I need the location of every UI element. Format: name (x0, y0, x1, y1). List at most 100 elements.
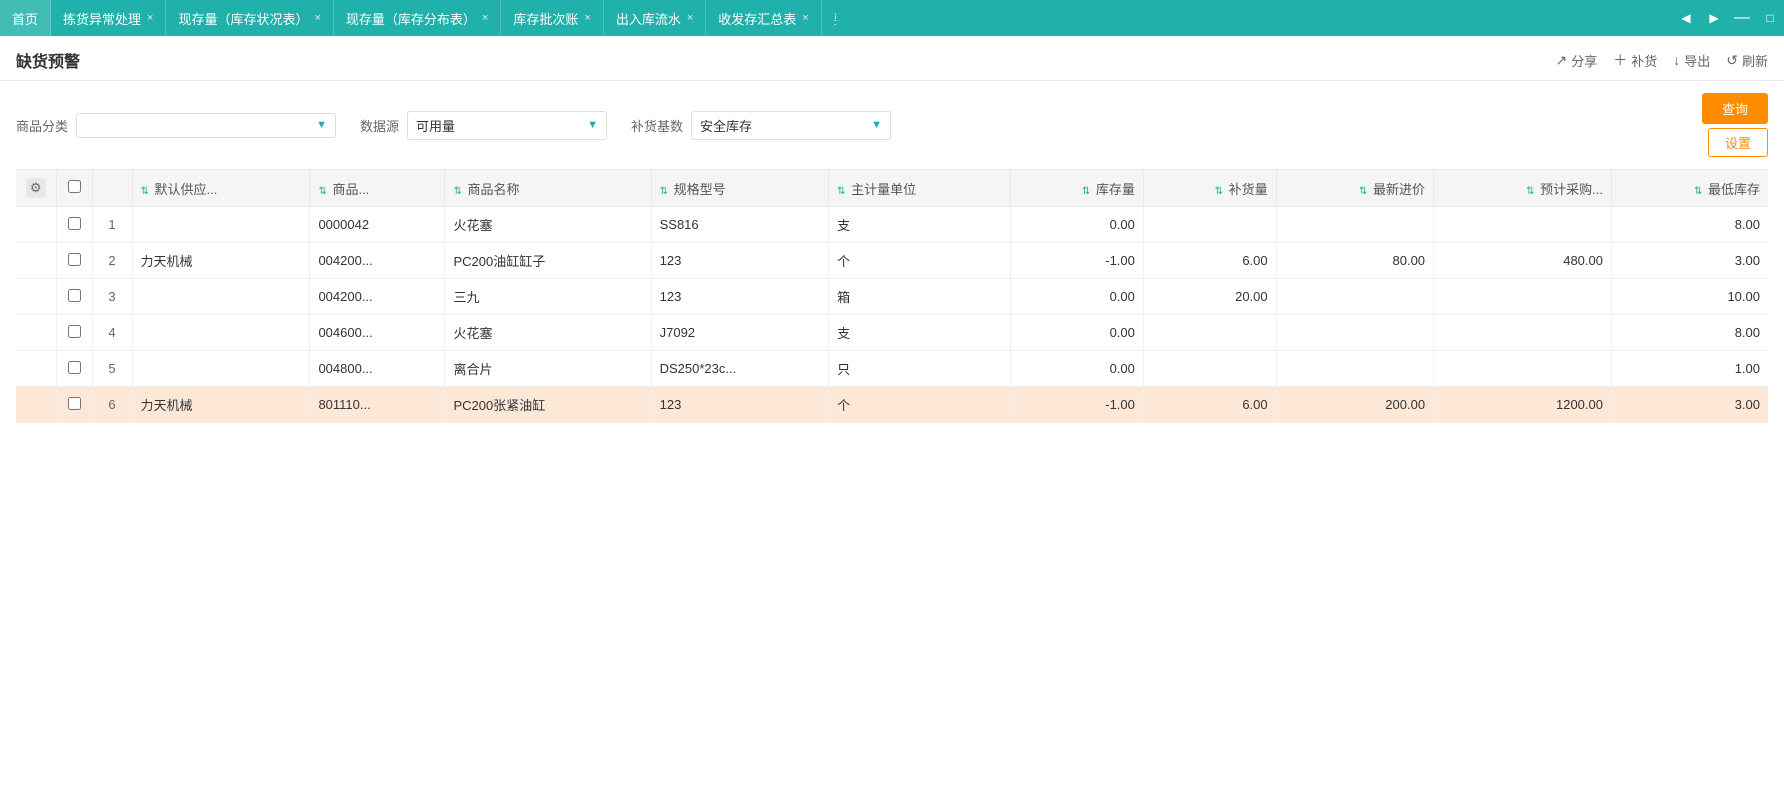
tab-item-collect[interactable]: 收发存汇总表× (706, 0, 821, 36)
tab-minimize-btn[interactable]: — (1728, 0, 1756, 36)
tab-close-abnormal[interactable]: × (147, 12, 153, 24)
row-goods-code-2: 004200... (310, 279, 445, 315)
row-spec-1: 123 (651, 243, 828, 279)
tab-maximize-btn[interactable]: □ (1756, 0, 1784, 36)
row-unit-0: 支 (829, 207, 1011, 243)
row-goods-code-0: 0000042 (310, 207, 445, 243)
row-checkbox-4[interactable] (68, 361, 81, 374)
datasource-chevron-icon: ▼ (587, 119, 598, 131)
row-checkbox-5[interactable] (68, 397, 81, 410)
export-icon: ↓ (1673, 52, 1680, 68)
col-header-settings[interactable]: ⚙ (16, 170, 56, 207)
row-unit-2: 箱 (829, 279, 1011, 315)
tab-close-inventory-status[interactable]: × (314, 12, 320, 24)
tab-item-inventory-status[interactable]: 现存量（库存状况表）× (166, 0, 333, 36)
row-check-cell-4[interactable] (56, 351, 92, 387)
row-latest-price-4 (1276, 351, 1433, 387)
col-header-check[interactable] (56, 170, 92, 207)
row-est-purchase-2 (1434, 279, 1612, 315)
row-supplier-4 (132, 351, 310, 387)
spec-sort-icon: ⇅ (660, 186, 668, 197)
tab-close-inventory-dist[interactable]: × (482, 12, 488, 24)
row-checkbox-2[interactable] (68, 289, 81, 302)
row-check-cell-3[interactable] (56, 315, 92, 351)
col-header-spec[interactable]: ⇅ 规格型号 (651, 170, 828, 207)
category-select[interactable]: ▼ (76, 113, 336, 138)
datasource-select[interactable]: 可用量 ▼ (407, 111, 607, 140)
row-replenish-4 (1143, 351, 1276, 387)
query-button[interactable]: 查询 (1702, 93, 1768, 124)
col-header-est-purchase[interactable]: ⇅ 预计采购... (1434, 170, 1612, 207)
row-goods-code-1: 004200... (310, 243, 445, 279)
row-goods-name-1: PC200油缸缸子 (445, 243, 651, 279)
tab-item-inout[interactable]: 出入库流水× (604, 0, 706, 36)
row-min-stock-4: 1.00 (1611, 351, 1768, 387)
share-button[interactable]: ↗ 分享 (1555, 51, 1597, 70)
row-latest-price-2 (1276, 279, 1433, 315)
row-check-cell-2[interactable] (56, 279, 92, 315)
min-stock-sort-icon: ⇅ (1694, 186, 1702, 197)
filter-actions: 查询 设置 (1702, 93, 1768, 157)
row-checkbox-0[interactable] (68, 217, 81, 230)
replenish-base-select[interactable]: 安全库存 ▼ (691, 111, 891, 140)
col-header-replenish[interactable]: ⇅ 补货量 (1143, 170, 1276, 207)
row-min-stock-0: 8.00 (1611, 207, 1768, 243)
row-check-cell-5[interactable] (56, 387, 92, 423)
table-row: 3 004200... 三九 123 箱 0.00 20.00 10.00 (16, 279, 1768, 315)
row-num-5: 6 (92, 387, 132, 423)
tab-bar: 首页拣货异常处理×现存量（库存状况表）×现存量（库存分布表）×库存批次账×出入库… (0, 0, 1784, 36)
tab-label: 首页 (12, 9, 38, 28)
page-header: 缺货预警 ↗ 分享 ＋ 补货 ↓ 导出 ↺ 刷新 (0, 36, 1784, 81)
replenish-button[interactable]: ＋ 补货 (1613, 50, 1657, 70)
col-header-supplier[interactable]: ⇅ 默认供应... (132, 170, 310, 207)
row-supplier-1: 力天机械 (132, 243, 310, 279)
tab-next-btn[interactable]: ▶ (1700, 0, 1728, 36)
est-purchase-sort-icon: ⇅ (1526, 186, 1534, 197)
row-stock-3: 0.00 (1011, 315, 1144, 351)
row-goods-name-0: 火花塞 (445, 207, 651, 243)
row-check-cell-0[interactable] (56, 207, 92, 243)
tab-prev-btn[interactable]: ◀ (1672, 0, 1700, 36)
row-spec-2: 123 (651, 279, 828, 315)
tab-label: 现存量（库存分布表） (346, 9, 476, 28)
tab-close-collect[interactable]: × (802, 12, 808, 24)
tab-item-order-stats[interactable]: 要货单统计表× (822, 0, 836, 36)
goods-code-sort-icon: ⇅ (318, 186, 326, 197)
row-goods-name-2: 三九 (445, 279, 651, 315)
select-all-checkbox[interactable] (68, 180, 81, 193)
col-header-min-stock[interactable]: ⇅ 最低库存 (1611, 170, 1768, 207)
row-checkbox-1[interactable] (68, 253, 81, 266)
row-check-cell-1[interactable] (56, 243, 92, 279)
row-est-purchase-5: 1200.00 (1434, 387, 1612, 423)
row-min-stock-3: 8.00 (1611, 315, 1768, 351)
row-num-0: 1 (92, 207, 132, 243)
row-goods-name-4: 离合片 (445, 351, 651, 387)
col-header-unit[interactable]: ⇅ 主计量单位 (829, 170, 1011, 207)
tab-item-inventory-dist[interactable]: 现存量（库存分布表） × (334, 0, 501, 36)
refresh-button[interactable]: ↺ 刷新 (1726, 51, 1768, 70)
export-button[interactable]: ↓ 导出 (1673, 51, 1710, 70)
row-replenish-1: 6.00 (1143, 243, 1276, 279)
tab-item-batch[interactable]: 库存批次账× (501, 0, 603, 36)
col-header-latest-price[interactable]: ⇅ 最新进价 (1276, 170, 1433, 207)
goods-name-sort-icon: ⇅ (453, 186, 461, 197)
column-settings-icon[interactable]: ⚙ (26, 178, 46, 198)
row-settings-cell-0 (16, 207, 56, 243)
category-filter-group: 商品分类 ▼ (16, 113, 336, 138)
settings-button[interactable]: 设置 (1708, 128, 1768, 157)
col-header-stock[interactable]: ⇅ 库存量 (1011, 170, 1144, 207)
col-header-goods-name[interactable]: ⇅ 商品名称 (445, 170, 651, 207)
col-header-goods-code[interactable]: ⇅ 商品... (310, 170, 445, 207)
tab-item-abnormal[interactable]: 拣货异常处理× (51, 0, 166, 36)
category-chevron-icon: ▼ (316, 119, 327, 131)
row-latest-price-1: 80.00 (1276, 243, 1433, 279)
datasource-label: 数据源 (360, 116, 399, 135)
tab-close-batch[interactable]: × (584, 12, 590, 24)
tab-close-inout[interactable]: × (687, 12, 693, 24)
row-checkbox-3[interactable] (68, 325, 81, 338)
tab-item-home[interactable]: 首页 (0, 0, 51, 36)
row-est-purchase-0 (1434, 207, 1612, 243)
row-unit-3: 支 (829, 315, 1011, 351)
row-latest-price-5: 200.00 (1276, 387, 1433, 423)
row-stock-1: -1.00 (1011, 243, 1144, 279)
